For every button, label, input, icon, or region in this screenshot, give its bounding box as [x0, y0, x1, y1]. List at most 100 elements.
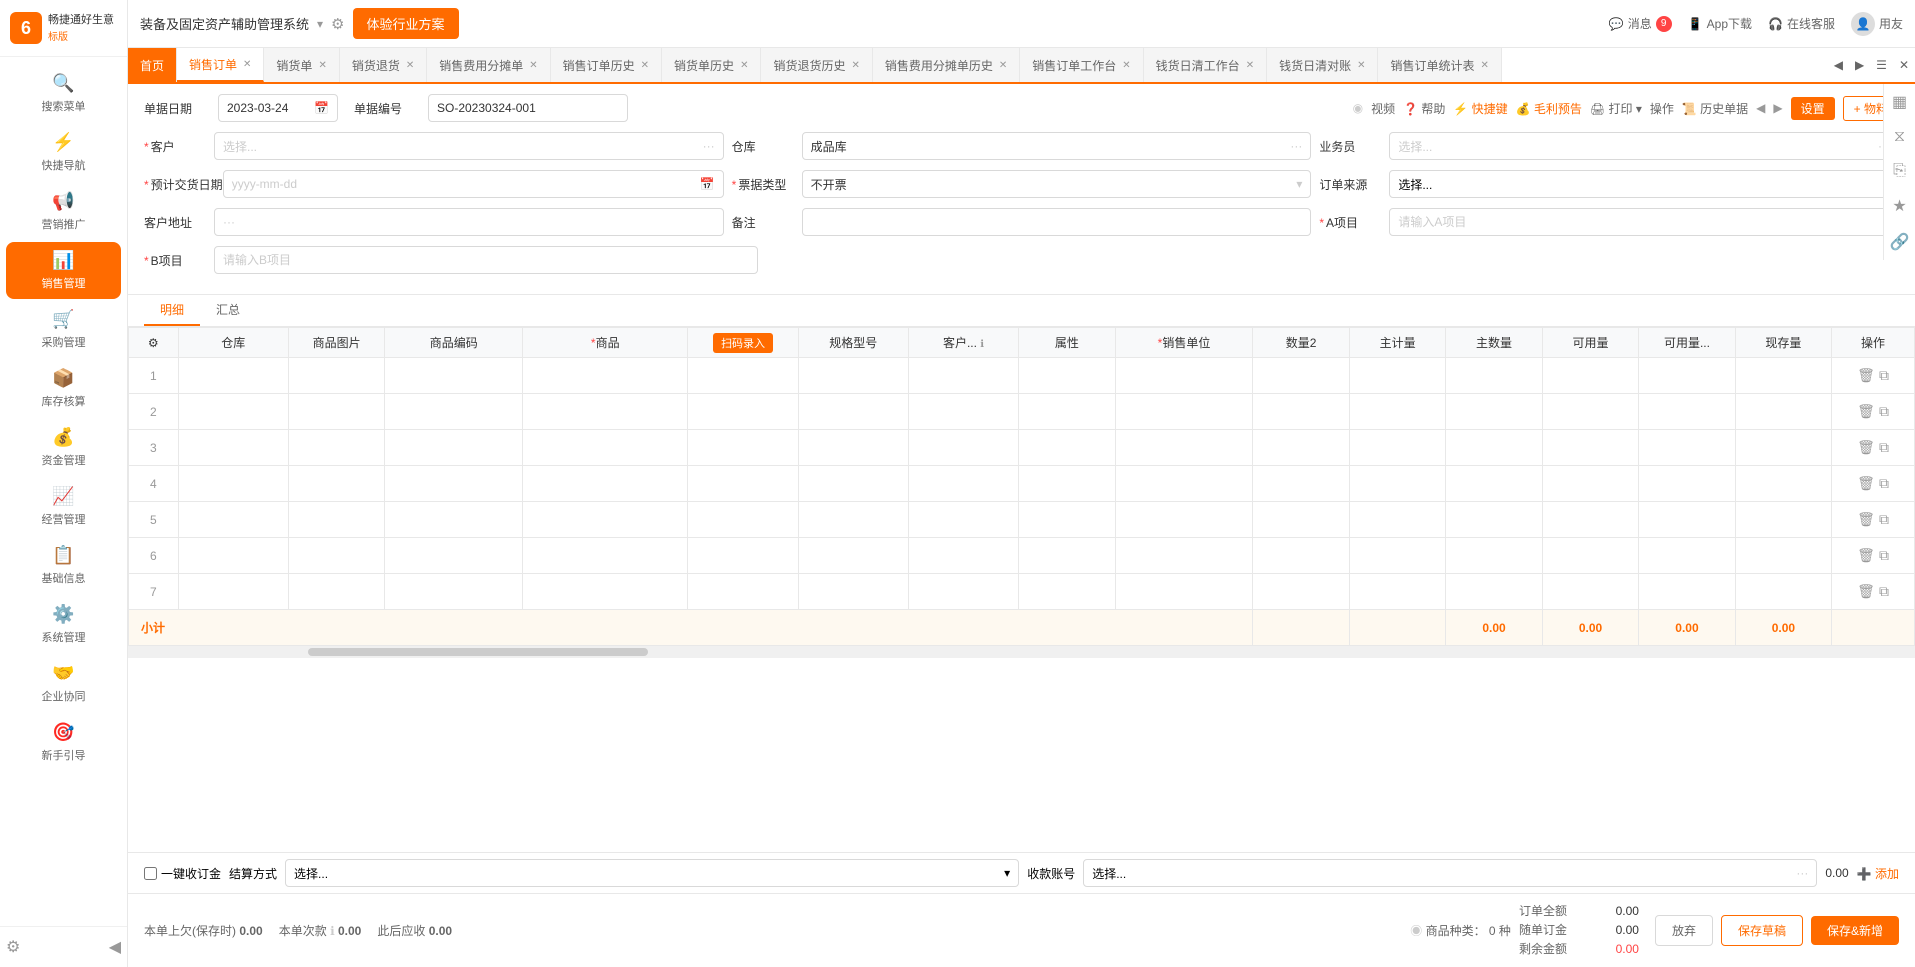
- row-product-image[interactable]: [288, 394, 384, 430]
- tab-item-8[interactable]: 销售费用分摊单历史✕: [873, 48, 1020, 82]
- row-main-qty[interactable]: [1446, 502, 1542, 538]
- row-available[interactable]: [1542, 430, 1638, 466]
- row-available[interactable]: [1542, 466, 1638, 502]
- row-customer-code[interactable]: [908, 574, 1018, 610]
- row-customer-code[interactable]: [908, 466, 1018, 502]
- row-qty2[interactable]: [1253, 466, 1349, 502]
- row-main-qty[interactable]: [1446, 538, 1542, 574]
- tab-close-10[interactable]: ✕: [1246, 60, 1254, 71]
- row-copy-btn[interactable]: ⧉: [1879, 439, 1889, 456]
- help-btn[interactable]: ❓ 帮助: [1403, 100, 1445, 117]
- tab-item-2[interactable]: 销货单✕: [264, 48, 339, 82]
- row-stock[interactable]: [1735, 502, 1831, 538]
- tab-nav-prev[interactable]: ◀: [1828, 58, 1849, 72]
- row-spec[interactable]: [798, 358, 908, 394]
- invoice-type-select[interactable]: 不开票 ▾: [802, 170, 1312, 198]
- row-attribute[interactable]: [1019, 466, 1115, 502]
- row-stock[interactable]: [1735, 574, 1831, 610]
- row-main-qty[interactable]: [1446, 430, 1542, 466]
- row-product-code[interactable]: [385, 394, 523, 430]
- tab-item-0[interactable]: 首页: [128, 48, 177, 82]
- row-product-image[interactable]: [288, 538, 384, 574]
- row-scan[interactable]: [688, 538, 798, 574]
- row-product-image[interactable]: [288, 430, 384, 466]
- row-product-code[interactable]: [385, 358, 523, 394]
- tab-close-6[interactable]: ✕: [740, 60, 748, 71]
- row-copy-btn[interactable]: ⧉: [1879, 475, 1889, 492]
- sidebar-item-搜索菜单[interactable]: 🔍 搜索菜单: [6, 65, 121, 122]
- scan-button[interactable]: 扫码录入: [713, 333, 773, 353]
- panel-icon-4[interactable]: ★: [1892, 196, 1906, 216]
- row-product[interactable]: [523, 430, 688, 466]
- tab-close-all[interactable]: ✕: [1893, 58, 1915, 72]
- nav-prev-icon[interactable]: ◀: [1756, 101, 1765, 115]
- row-stock[interactable]: [1735, 430, 1831, 466]
- row-product[interactable]: [523, 466, 688, 502]
- row-available2[interactable]: [1639, 538, 1735, 574]
- sidebar-item-资金管理[interactable]: 💰 资金管理: [6, 419, 121, 476]
- row-qty2[interactable]: [1253, 574, 1349, 610]
- row-product-image[interactable]: [288, 466, 384, 502]
- row-copy-btn[interactable]: ⧉: [1879, 547, 1889, 564]
- tab-item-10[interactable]: 钱货日清工作台✕: [1144, 48, 1267, 82]
- row-main-unit[interactable]: [1349, 502, 1445, 538]
- tab-close-12[interactable]: ✕: [1481, 60, 1489, 71]
- sidebar-item-经营管理[interactable]: 📈 经营管理: [6, 478, 121, 535]
- row-delete-btn[interactable]: 🗑: [1857, 367, 1875, 384]
- row-qty2[interactable]: [1253, 358, 1349, 394]
- row-unit[interactable]: [1115, 394, 1253, 430]
- app-download-button[interactable]: 📱 App下载: [1688, 15, 1752, 32]
- row-product[interactable]: [523, 574, 688, 610]
- row-main-unit[interactable]: [1349, 466, 1445, 502]
- row-available2[interactable]: [1639, 466, 1735, 502]
- tab-close-7[interactable]: ✕: [851, 60, 859, 71]
- row-warehouse[interactable]: [178, 358, 288, 394]
- settlement-select[interactable]: 选择... ▾: [285, 859, 1019, 887]
- row-delete-btn[interactable]: 🗑: [1857, 403, 1875, 420]
- sidebar-item-新手引导[interactable]: 🎯 新手引导: [6, 714, 121, 771]
- row-product-code[interactable]: [385, 502, 523, 538]
- account-select[interactable]: 选择... ···: [1083, 859, 1817, 887]
- row-scan[interactable]: [688, 466, 798, 502]
- operation-btn[interactable]: 操作: [1650, 100, 1674, 117]
- row-qty2[interactable]: [1253, 430, 1349, 466]
- order-source-select[interactable]: 选择... ▾: [1389, 170, 1899, 198]
- row-spec[interactable]: [798, 430, 908, 466]
- row-main-qty[interactable]: [1446, 574, 1542, 610]
- tab-close-1[interactable]: ✕: [243, 59, 251, 70]
- row-scan[interactable]: [688, 394, 798, 430]
- sidebar-item-快捷导航[interactable]: ⚡ 快捷导航: [6, 124, 121, 181]
- profit-btn[interactable]: 💰 毛利预告: [1516, 100, 1582, 117]
- row-attribute[interactable]: [1019, 430, 1115, 466]
- warehouse-input[interactable]: 成品库 ···: [802, 132, 1312, 160]
- row-delete-btn[interactable]: 🗑: [1857, 547, 1875, 564]
- sidebar-item-系统管理[interactable]: ⚙️ 系统管理: [6, 596, 121, 653]
- row-available[interactable]: [1542, 502, 1638, 538]
- one-click-label[interactable]: 一键收订金: [144, 865, 221, 882]
- row-product-code[interactable]: [385, 430, 523, 466]
- row-available2[interactable]: [1639, 394, 1735, 430]
- tab-item-12[interactable]: 销售订单统计表✕: [1378, 48, 1501, 82]
- row-attribute[interactable]: [1019, 358, 1115, 394]
- row-product[interactable]: [523, 502, 688, 538]
- nav-next-icon[interactable]: ▶: [1773, 101, 1782, 115]
- tab-close-9[interactable]: ✕: [1122, 60, 1130, 71]
- row-unit[interactable]: [1115, 538, 1253, 574]
- row-scan[interactable]: [688, 574, 798, 610]
- row-spec[interactable]: [798, 502, 908, 538]
- tab-item-4[interactable]: 销售费用分摊单✕: [427, 48, 550, 82]
- row-product[interactable]: [523, 358, 688, 394]
- row-main-unit[interactable]: [1349, 358, 1445, 394]
- row-customer-code[interactable]: [908, 538, 1018, 574]
- tab-item-9[interactable]: 销售订单工作台✕: [1020, 48, 1143, 82]
- row-available[interactable]: [1542, 358, 1638, 394]
- discard-button[interactable]: 放弃: [1655, 915, 1713, 946]
- row-product-code[interactable]: [385, 574, 523, 610]
- row-delete-btn[interactable]: 🗑: [1857, 475, 1875, 492]
- row-copy-btn[interactable]: ⧉: [1879, 367, 1889, 384]
- row-customer-code[interactable]: [908, 430, 1018, 466]
- panel-icon-3[interactable]: ⎘: [1893, 162, 1906, 180]
- row-main-qty[interactable]: [1446, 466, 1542, 502]
- row-warehouse[interactable]: [178, 538, 288, 574]
- tab-item-1[interactable]: 销售订单✕: [177, 48, 264, 82]
